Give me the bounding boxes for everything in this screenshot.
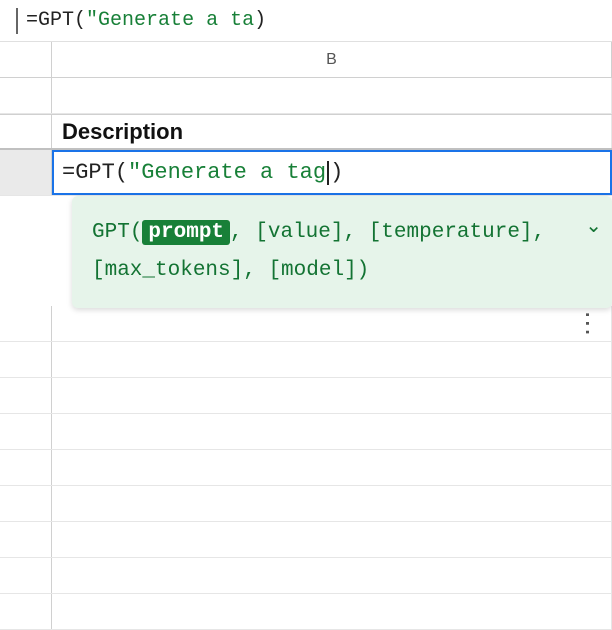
cell-empty[interactable]	[52, 486, 612, 521]
cell-empty[interactable]	[52, 558, 612, 593]
formula-bar-cursor	[16, 8, 18, 34]
row-gutter[interactable]	[0, 486, 52, 521]
editing-cell[interactable]: = GPT ( "Generate a tag )	[52, 150, 612, 195]
cell-header-description[interactable]: Description	[52, 115, 612, 148]
cell-empty[interactable]	[52, 378, 612, 413]
cell-close-paren: )	[330, 160, 343, 185]
formula-function-name: GPT	[38, 9, 74, 32]
tooltip-function-name: GPT	[92, 221, 130, 244]
row-gutter[interactable]	[0, 378, 52, 413]
cell-open-paren: (	[115, 160, 128, 185]
formula-open-paren: (	[74, 9, 86, 32]
row-gutter[interactable]	[0, 342, 52, 377]
tooltip-param-prompt: prompt	[142, 220, 230, 245]
row-gutter[interactable]	[0, 115, 52, 148]
row-gutter[interactable]	[0, 414, 52, 449]
cell-empty[interactable]	[52, 306, 612, 341]
cell-empty[interactable]	[52, 78, 612, 113]
row-gutter[interactable]	[0, 522, 52, 557]
formula-close-paren: )	[254, 9, 266, 32]
cell-empty[interactable]	[52, 450, 612, 485]
cell-string: "Generate a tag	[128, 160, 326, 185]
chevron-down-icon[interactable]: ⌄	[585, 210, 602, 246]
row-gutter[interactable]	[0, 306, 52, 341]
tooltip-open-paren: (	[130, 221, 143, 244]
tooltip-param-value: [value]	[255, 221, 343, 244]
row-gutter[interactable]	[0, 558, 52, 593]
sheet-body: Description = GPT ( "Generate a tag ) GP…	[0, 78, 612, 612]
column-header-b[interactable]: B	[52, 42, 612, 77]
formula-string: "Generate a ta	[86, 9, 254, 32]
cell-empty[interactable]	[52, 522, 612, 557]
corner-cell[interactable]	[0, 42, 52, 77]
cell-function-name: GPT	[75, 160, 115, 185]
tooltip-close-paren: )	[357, 259, 370, 282]
tooltip-param-temperature: [temperature]	[369, 221, 533, 244]
row-gutter-active[interactable]	[0, 150, 52, 195]
more-icon[interactable]: ⋯	[563, 310, 610, 334]
cell-empty[interactable]	[52, 342, 612, 377]
row-gutter[interactable]	[0, 78, 52, 113]
text-cursor	[327, 161, 329, 185]
cell-equals: =	[62, 160, 75, 185]
tooltip-param-model: [model]	[268, 259, 356, 282]
column-header-row: B	[0, 42, 612, 78]
cell-empty[interactable]	[52, 414, 612, 449]
row-gutter[interactable]	[0, 450, 52, 485]
function-tooltip: GPT(prompt, [value], [temperature], [max…	[72, 196, 612, 308]
formula-equals: =	[26, 9, 38, 32]
formula-bar[interactable]: = GPT ( "Generate a ta )	[0, 0, 612, 42]
tooltip-param-max-tokens: [max_tokens]	[92, 259, 243, 282]
